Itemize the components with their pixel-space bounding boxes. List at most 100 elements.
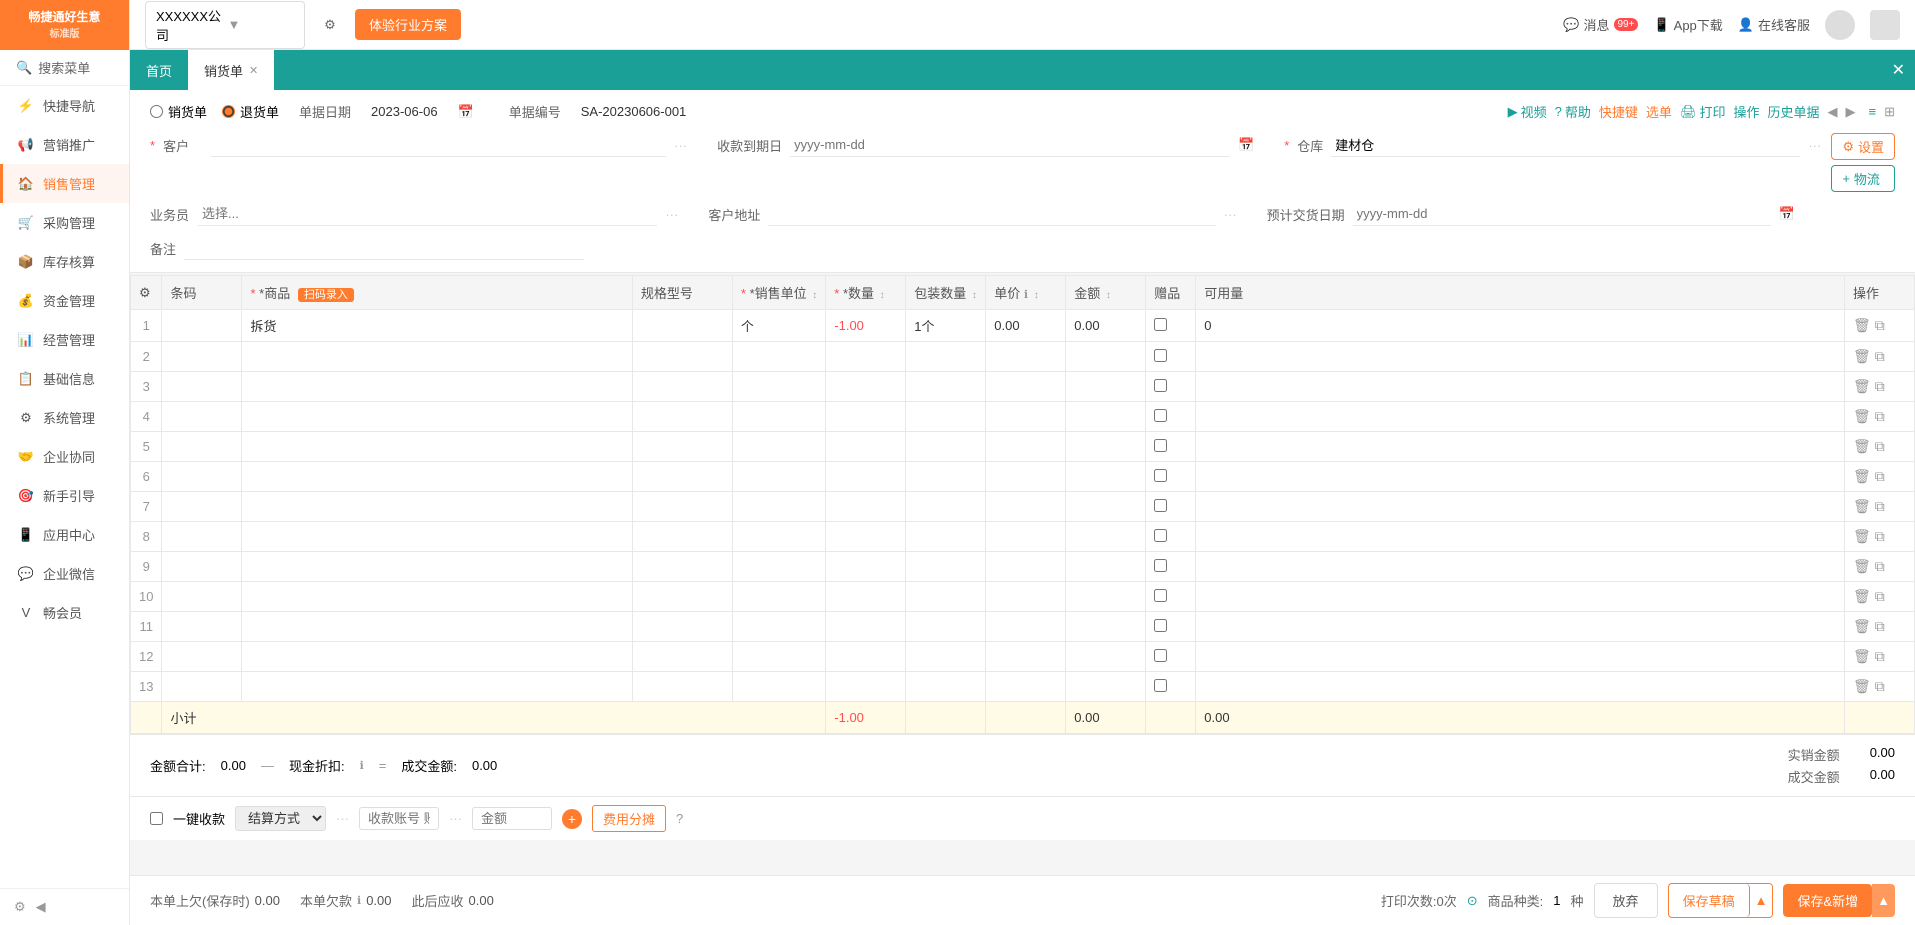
save-draft-button[interactable]: 保存草稿 [1669,884,1750,917]
row-delete-icon[interactable]: 🗑 [1853,618,1871,635]
row-barcode[interactable] [162,522,242,552]
row-qty[interactable] [826,492,906,522]
row-product[interactable] [242,462,632,492]
expected-delivery-input[interactable] [1353,202,1771,226]
row-product[interactable]: 拆货 [242,310,632,342]
row-gift[interactable] [1146,642,1196,672]
row-product[interactable] [242,612,632,642]
receipt-date-input[interactable] [790,133,1230,157]
receipt-date-calendar-icon[interactable]: 📅 [1238,137,1254,153]
row-price[interactable] [986,372,1066,402]
sidebar-item-member[interactable]: V 畅会员 [0,593,129,632]
row-pack-qty[interactable] [906,432,986,462]
row-unit[interactable] [732,642,825,672]
row-amount[interactable] [1066,642,1146,672]
row-amount[interactable] [1066,492,1146,522]
row-spec[interactable] [632,522,732,552]
prev-icon[interactable]: ◀ [1828,104,1838,120]
row-qty[interactable] [826,522,906,552]
sidebar-item-marketing[interactable]: 📢 营销推广 [0,125,129,164]
row-barcode[interactable] [162,462,242,492]
row-barcode[interactable] [162,402,242,432]
tab-home[interactable]: 首页 [130,50,188,90]
row-barcode[interactable] [162,552,242,582]
row-qty[interactable] [826,672,906,702]
row-gift[interactable] [1146,310,1196,342]
row-qty[interactable]: -1.00 [826,310,906,342]
row-spec[interactable] [632,342,732,372]
row-product[interactable] [242,552,632,582]
row-delete-icon[interactable]: 🗑 [1853,558,1871,575]
row-pack-qty[interactable] [906,672,986,702]
row-copy-icon[interactable]: ⧉ [1875,528,1885,545]
amount-input[interactable] [472,807,552,830]
row-gift[interactable] [1146,522,1196,552]
radio-sales[interactable]: 销货单 [150,102,207,121]
row-copy-icon[interactable]: ⧉ [1875,678,1885,695]
row-amount[interactable]: 0.00 [1066,310,1146,342]
row-pack-qty[interactable]: 1个 [906,310,986,342]
row-price[interactable] [986,672,1066,702]
row-price[interactable] [986,432,1066,462]
address-dots[interactable]: ··· [1224,207,1237,222]
logistics-button[interactable]: + 物流 [1831,165,1895,192]
row-pack-qty[interactable] [906,462,986,492]
row-qty[interactable] [826,612,906,642]
row-spec[interactable] [632,672,732,702]
row-copy-icon[interactable]: ⧉ [1875,317,1885,334]
row-price[interactable] [986,402,1066,432]
row-gift[interactable] [1146,552,1196,582]
print-btn[interactable]: 🖨 打印 [1680,102,1726,121]
row-qty[interactable] [826,342,906,372]
grid-view-icon[interactable]: ⊞ [1884,104,1895,120]
row-spec[interactable] [632,432,732,462]
row-copy-icon[interactable]: ⧉ [1875,588,1885,605]
row-pack-qty[interactable] [906,552,986,582]
row-amount[interactable] [1066,372,1146,402]
row-delete-icon[interactable]: 🗑 [1853,588,1871,605]
remark-input[interactable] [184,236,584,260]
sidebar-item-basic-info[interactable]: 📋 基础信息 [0,359,129,398]
salesperson-dots[interactable]: ··· [665,207,678,222]
sidebar-item-quick-nav[interactable]: ⚡ 快捷导航 [0,86,129,125]
row-price[interactable] [986,642,1066,672]
sidebar-item-inventory[interactable]: 📦 库存核算 [0,242,129,281]
online-support-button[interactable]: 👤 在线客服 [1738,15,1810,34]
row-gift[interactable] [1146,462,1196,492]
history-btn[interactable]: 历史单据 [1767,102,1819,121]
salesperson-input[interactable] [198,202,657,226]
row-price[interactable] [986,582,1066,612]
row-delete-icon[interactable]: 🗑 [1853,678,1871,695]
row-amount[interactable] [1066,402,1146,432]
tab-close-icon[interactable]: ✕ [249,64,258,77]
save-draft-arrow[interactable]: ▲ [1750,884,1773,917]
row-price[interactable] [986,612,1066,642]
tab-sales-order[interactable]: 销货单 ✕ [188,50,274,90]
row-barcode[interactable] [162,432,242,462]
customer-address-input[interactable] [768,202,1215,226]
warehouse-dots[interactable]: ··· [1808,138,1821,153]
row-product[interactable] [242,402,632,432]
row-delete-icon[interactable]: 🗑 [1853,378,1871,395]
row-price[interactable] [986,462,1066,492]
company-selector[interactable]: XXXXXX公司 ▼ [145,1,305,49]
row-price[interactable] [986,342,1066,372]
row-amount[interactable] [1066,672,1146,702]
list-view-icon[interactable]: ≡ [1869,104,1877,119]
product-type-icon[interactable]: ⊙ [1467,893,1478,909]
th-settings[interactable]: ⚙ [131,276,162,310]
app-download-button[interactable]: 📱 App下载 [1653,15,1722,34]
row-qty[interactable] [826,462,906,492]
row-qty[interactable] [826,402,906,432]
row-spec[interactable] [632,462,732,492]
video-btn[interactable]: ▶ 视频 [1508,102,1547,121]
shortcut-btn[interactable]: 快捷键 [1599,102,1638,121]
sidebar-item-finance[interactable]: 💰 资金管理 [0,281,129,320]
settings-button[interactable]: ⚙ 设置 [1831,133,1895,160]
row-unit[interactable] [732,492,825,522]
row-qty[interactable] [826,552,906,582]
save-new-button[interactable]: 保存&新增 [1783,884,1872,917]
sidebar-collapse-icon[interactable]: ◀ [36,899,46,915]
row-copy-icon[interactable]: ⧉ [1875,648,1885,665]
row-pack-qty[interactable] [906,522,986,552]
